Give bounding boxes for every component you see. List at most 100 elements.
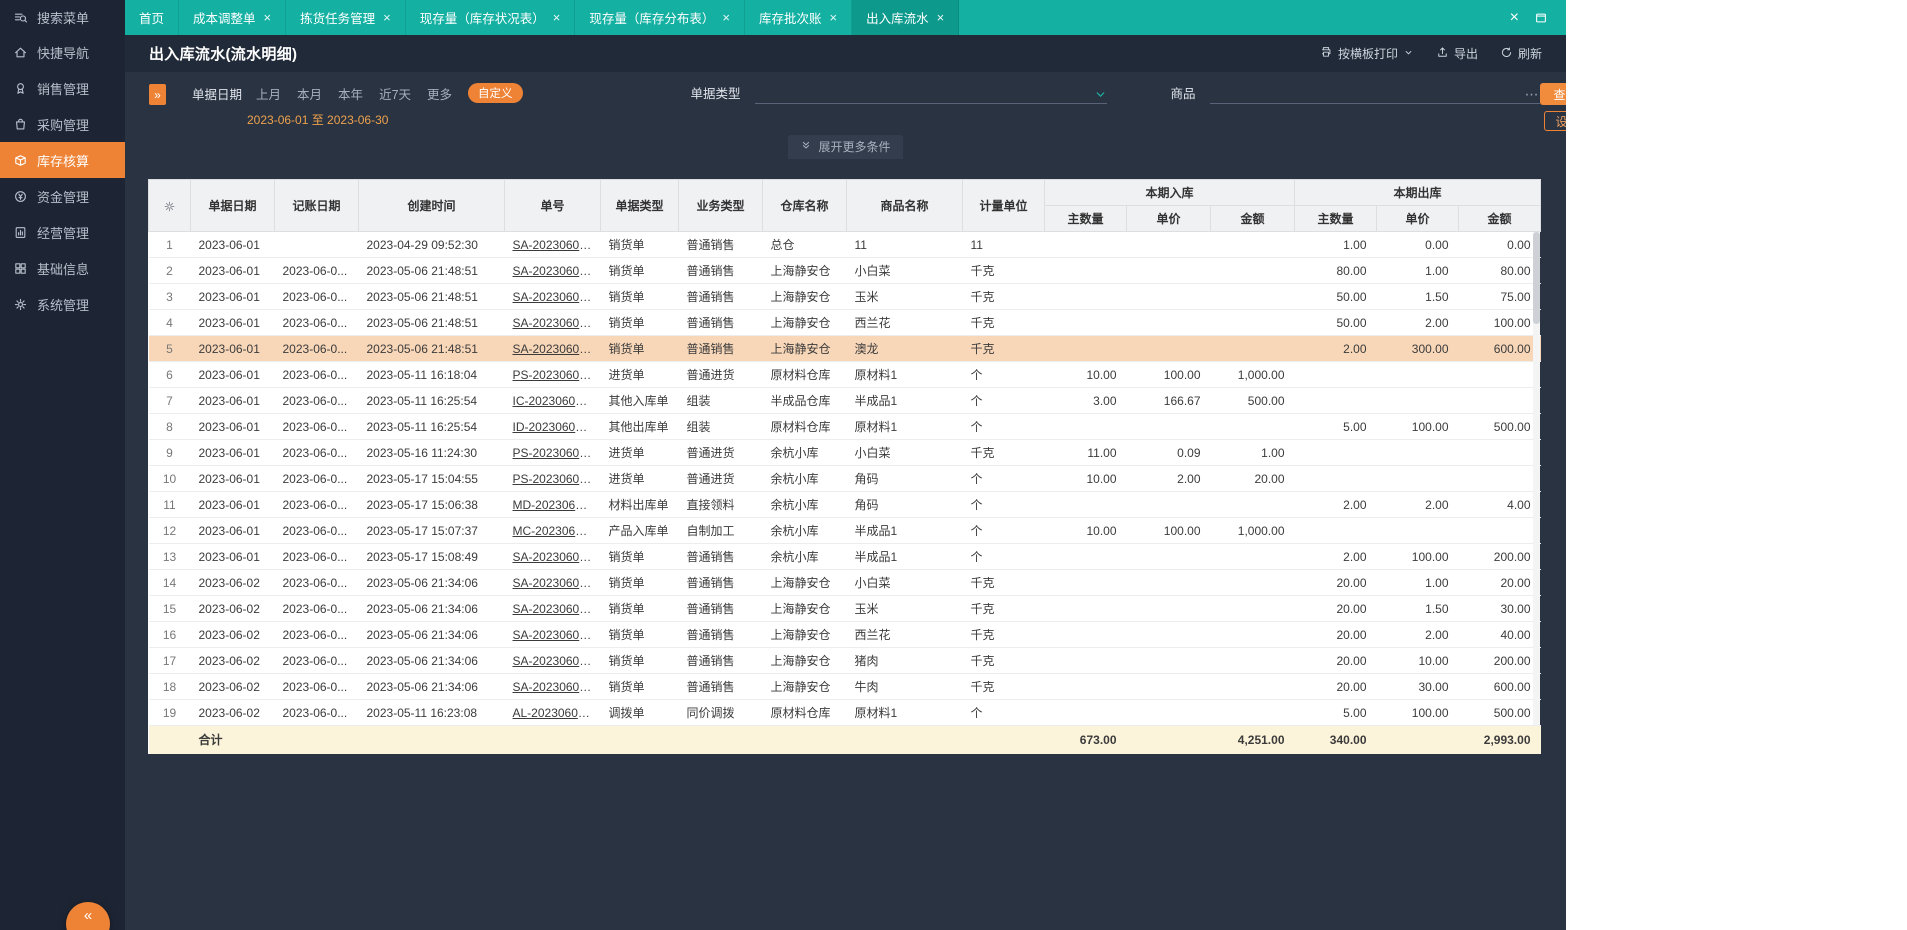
table-row[interactable]: 19 2023-06-02 2023-06-0... 2023-05-11 16:23… bbox=[148, 699, 1541, 726]
doc-no-link[interactable]: IC-20230601-0 bbox=[513, 394, 593, 408]
table-row[interactable]: 17 2023-06-02 2023-06-0... 2023-05-06 21:34… bbox=[148, 647, 1541, 674]
sidebar-item[interactable]: 采购管理 bbox=[0, 106, 125, 142]
col-header[interactable]: 单据日期 bbox=[190, 179, 275, 232]
column-settings-icon[interactable] bbox=[163, 200, 176, 213]
table-row[interactable]: 7 2023-06-01 2023-06-0... 2023-05-11 16:25:… bbox=[148, 387, 1541, 414]
close-all-icon[interactable]: × bbox=[1510, 9, 1519, 26]
sidebar-item[interactable]: 基础信息 bbox=[0, 250, 125, 286]
export-button[interactable]: 导出 bbox=[1436, 45, 1478, 62]
tab[interactable]: 首页 bbox=[125, 0, 180, 35]
date-option[interactable]: 本月 bbox=[297, 84, 322, 103]
date-option[interactable]: 上月 bbox=[256, 84, 281, 103]
col-header[interactable]: 仓库名称 bbox=[762, 179, 847, 232]
print-button[interactable]: 按横板打印 bbox=[1319, 45, 1414, 62]
table-row[interactable]: 15 2023-06-02 2023-06-0... 2023-05-06 21:34… bbox=[148, 595, 1541, 622]
table-row[interactable]: 12 2023-06-01 2023-06-0... 2023-05-17 15:07… bbox=[148, 517, 1541, 544]
doc-no-link[interactable]: AL-20230602-0 bbox=[513, 706, 596, 720]
doc-no-link[interactable]: PS-20230601-0 bbox=[513, 446, 597, 460]
doc-no-link[interactable]: SA-20230601-0 bbox=[513, 550, 597, 564]
col-header[interactable]: 主数量 bbox=[1294, 205, 1377, 232]
table-row[interactable]: 14 2023-06-02 2023-06-0... 2023-05-06 21:34… bbox=[148, 569, 1541, 596]
sidebar-item[interactable]: 资金管理 bbox=[0, 178, 125, 214]
table-row[interactable]: 13 2023-06-01 2023-06-0... 2023-05-17 15:08… bbox=[148, 543, 1541, 570]
date-option[interactable]: 本年 bbox=[338, 84, 363, 103]
sidebar-item[interactable]: 经营管理 bbox=[0, 214, 125, 250]
col-header[interactable]: 计量单位 bbox=[962, 179, 1045, 232]
sidebar-item-label: 基础信息 bbox=[37, 261, 90, 277]
doc-no-link[interactable]: PS-20230601-0 bbox=[513, 368, 597, 382]
collapse-filters-button[interactable]: » bbox=[149, 84, 166, 105]
doc-no-link[interactable]: PS-20230601-0 bbox=[513, 472, 597, 486]
doc-no-link[interactable]: SA-20230601-0 bbox=[513, 342, 597, 356]
doc-no-link[interactable]: SA-20230602-0 bbox=[513, 576, 597, 590]
sidebar-item[interactable]: 库存核算 bbox=[0, 142, 125, 178]
tab[interactable]: 现存量（库存分布表） × bbox=[575, 0, 745, 35]
tab[interactable]: 现存量（库存状况表） × bbox=[406, 0, 576, 35]
close-icon[interactable]: × bbox=[829, 11, 837, 24]
doc-no-link[interactable]: MD-20230601- bbox=[513, 498, 593, 512]
query-button[interactable]: 查询 bbox=[1539, 83, 1566, 105]
custom-date-badge[interactable]: 自定义 bbox=[468, 83, 523, 103]
doc-type-select[interactable] bbox=[754, 83, 1107, 104]
col-header[interactable]: 单价 bbox=[1126, 205, 1211, 232]
total-cell: 673.00 bbox=[1044, 725, 1127, 754]
doc-no-link[interactable]: SA-20230602-0 bbox=[513, 628, 597, 642]
table-row[interactable]: 16 2023-06-02 2023-06-0... 2023-05-06 21:34… bbox=[148, 621, 1541, 648]
fab-button[interactable]: « bbox=[66, 902, 110, 930]
col-header[interactable]: 单据类型 bbox=[600, 179, 679, 232]
date-range-value[interactable]: 2023-06-01 至 2023-06-30 bbox=[247, 111, 523, 128]
doc-no-link[interactable]: SA-20230601-0 bbox=[513, 316, 597, 330]
date-option[interactable]: 近7天 bbox=[379, 84, 411, 103]
doc-no-link[interactable]: SA-20230602-0 bbox=[513, 602, 597, 616]
date-option[interactable]: 更多 bbox=[427, 84, 452, 103]
product-input[interactable]: ⋯ bbox=[1209, 83, 1540, 104]
table-row[interactable]: 18 2023-06-02 2023-06-0... 2023-05-06 21:34… bbox=[148, 673, 1541, 700]
col-header[interactable]: 商品名称 bbox=[846, 179, 963, 232]
close-icon[interactable]: × bbox=[937, 11, 945, 24]
vertical-scrollbar[interactable] bbox=[1533, 232, 1540, 725]
col-header[interactable]: 业务类型 bbox=[678, 179, 763, 232]
col-header[interactable]: 金额 bbox=[1210, 205, 1295, 232]
col-header[interactable]: 金额 bbox=[1458, 205, 1541, 232]
doc-no-link[interactable]: SA-20230602-0 bbox=[513, 680, 597, 694]
table-row[interactable]: 1 2023-06-01 2023-04-29 09:52:30 SA-2023060… bbox=[148, 231, 1541, 258]
table-row[interactable]: 4 2023-06-01 2023-06-0... 2023-05-06 21:48:… bbox=[148, 309, 1541, 336]
table-row[interactable]: 6 2023-06-01 2023-06-0... 2023-05-11 16:18:… bbox=[148, 361, 1541, 388]
doc-no-link[interactable]: ID-20230601-0 bbox=[513, 420, 593, 434]
window-icon[interactable] bbox=[1534, 11, 1548, 25]
table-row[interactable]: 8 2023-06-01 2023-06-0... 2023-05-11 16:25:… bbox=[148, 413, 1541, 440]
col-header[interactable]: 单价 bbox=[1376, 205, 1459, 232]
settings-button[interactable]: 设置 bbox=[1543, 111, 1566, 131]
close-icon[interactable]: × bbox=[722, 11, 730, 24]
tab[interactable]: 出入库流水 × bbox=[852, 0, 960, 35]
close-icon[interactable]: × bbox=[264, 11, 272, 24]
col-header[interactable]: 主数量 bbox=[1044, 205, 1127, 232]
col-header[interactable]: 记账日期 bbox=[274, 179, 359, 232]
refresh-button[interactable]: 刷新 bbox=[1500, 45, 1542, 62]
tab[interactable]: 成本调整单 × bbox=[179, 0, 287, 35]
sidebar-item[interactable]: 销售管理 bbox=[0, 70, 125, 106]
doc-no-link[interactable]: MC-20230601- bbox=[513, 524, 593, 538]
expand-more-button[interactable]: 展开更多条件 bbox=[788, 135, 903, 159]
close-icon[interactable]: × bbox=[383, 11, 391, 24]
doc-no-link[interactable]: SA-20230601-0 bbox=[513, 238, 597, 252]
doc-no-link[interactable]: SA-20230601-0 bbox=[513, 264, 597, 278]
table-row[interactable]: 11 2023-06-01 2023-06-0... 2023-05-17 15:06… bbox=[148, 491, 1541, 518]
doc-no-link[interactable]: SA-20230601-0 bbox=[513, 290, 597, 304]
table-row[interactable]: 2 2023-06-01 2023-06-0... 2023-05-06 21:48:… bbox=[148, 257, 1541, 284]
table-row[interactable]: 3 2023-06-01 2023-06-0... 2023-05-06 21:48:… bbox=[148, 283, 1541, 310]
sidebar-search[interactable]: 搜索菜单 bbox=[0, 0, 125, 34]
table-row[interactable]: 5 2023-06-01 2023-06-0... 2023-05-06 21:48:… bbox=[148, 335, 1541, 362]
doc-no-link[interactable]: SA-20230602-0 bbox=[513, 654, 597, 668]
table-row[interactable]: 10 2023-06-01 2023-06-0... 2023-05-17 15:04… bbox=[148, 465, 1541, 492]
scrollbar-thumb[interactable] bbox=[1533, 232, 1540, 324]
cell: 2023-06-0... bbox=[274, 517, 359, 544]
tab[interactable]: 拣货任务管理 × bbox=[286, 0, 406, 35]
tab[interactable]: 库存批次账 × bbox=[745, 0, 853, 35]
close-icon[interactable]: × bbox=[553, 11, 561, 24]
sidebar-item[interactable]: 系统管理 bbox=[0, 286, 125, 322]
table-row[interactable]: 9 2023-06-01 2023-06-0... 2023-05-16 11:24:… bbox=[148, 439, 1541, 466]
col-header[interactable]: 单号 bbox=[504, 179, 601, 232]
col-header[interactable]: 创建时间 bbox=[358, 179, 505, 232]
sidebar-item[interactable]: 快捷导航 bbox=[0, 34, 125, 70]
